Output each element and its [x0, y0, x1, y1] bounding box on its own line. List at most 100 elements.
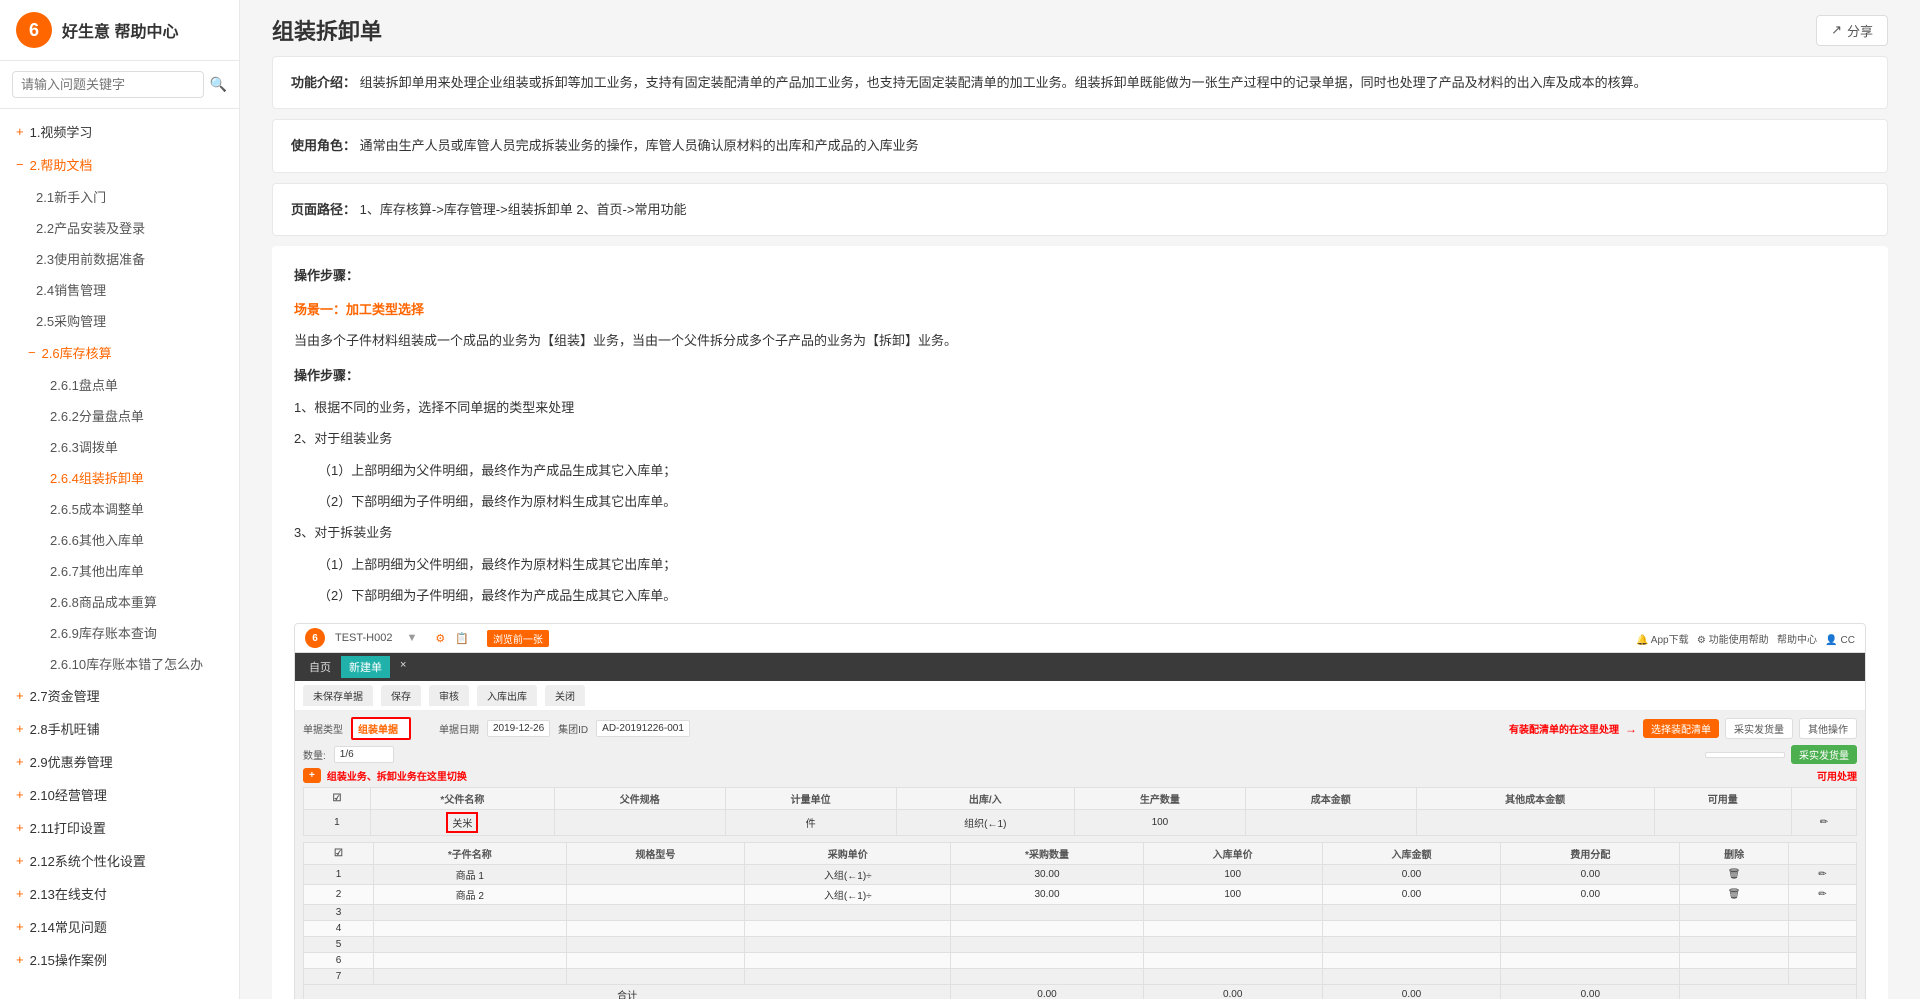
- sidebar-item-docs-2610[interactable]: 2.6.10库存账本错了怎么办: [0, 648, 239, 679]
- sidebar-item-docs-27[interactable]: + 2.7资金管理: [0, 679, 239, 712]
- cell-name-value[interactable]: 关米: [446, 812, 478, 833]
- cell-checkbox[interactable]: 1: [304, 810, 371, 836]
- col-header-cost-alloc: 费用分配: [1501, 843, 1680, 865]
- sidebar-item-docs-211[interactable]: + 2.11打印设置: [0, 811, 239, 844]
- table-row: 6: [304, 953, 1857, 969]
- cell-purch-qty[interactable]: 30.00: [951, 885, 1144, 905]
- col-header-prodqty: 生产数量: [1074, 788, 1245, 810]
- sub-item-label: 2.6.8商品成本重算: [50, 595, 157, 610]
- sidebar-item-docs-261[interactable]: 2.6.1盘点单: [0, 369, 239, 400]
- screenshot-note-input[interactable]: [1705, 752, 1785, 758]
- screenshot-prev-btn: 浏览前一张: [487, 630, 549, 647]
- sidebar-item-docs-21[interactable]: 2.1新手入门: [0, 181, 239, 212]
- screenshot-doctype-input[interactable]: 组装单据: [351, 717, 411, 740]
- annotation-switch: 组装业务、拆卸业务在这里切换: [327, 768, 467, 783]
- sub-item-label: 2.6.6其他入库单: [50, 533, 144, 548]
- cell-cost-alloc: 0.00: [1501, 885, 1680, 905]
- cell-edit4[interactable]: ✏: [1788, 885, 1856, 905]
- screenshot-date-label: 单据日期: [439, 721, 479, 736]
- sidebar-item-docs-265[interactable]: 2.6.5成本调整单: [0, 493, 239, 524]
- intro-text: 组装拆卸单用来处理企业组装或拆卸等加工业务，支持有固定装配清单的产品加工业务，也…: [360, 75, 1647, 90]
- cell-delete[interactable]: 🗑: [1680, 885, 1789, 905]
- screenshot-icon1: ⚙: [435, 632, 445, 645]
- sidebar-item-docs-269[interactable]: 2.6.9库存账本查询: [0, 617, 239, 648]
- cell-in-amount: 0.00: [1322, 885, 1501, 905]
- sidebar-item-docs-213[interactable]: + 2.13在线支付: [0, 877, 239, 910]
- cell-purch-qty[interactable]: 30.00: [951, 865, 1144, 885]
- sidebar-item-docs[interactable]: − 2.帮助文档: [0, 148, 239, 181]
- sidebar-item-docs-262[interactable]: 2.6.2分量盘点单: [0, 400, 239, 431]
- sidebar-item-docs-212[interactable]: + 2.12系统个性化设置: [0, 844, 239, 877]
- col-header-othercost: 其他成本金额: [1416, 788, 1654, 810]
- screenshot-menu-new[interactable]: 新建单: [341, 656, 390, 678]
- sub-item-label: 2.6.5成本调整单: [50, 502, 144, 517]
- cell-prodqty[interactable]: 100: [1074, 810, 1245, 836]
- screenshot-add-btn[interactable]: +: [303, 768, 321, 783]
- sidebar-item-docs-28[interactable]: + 2.8手机旺铺: [0, 712, 239, 745]
- sidebar-item-docs-215[interactable]: + 2.15操作案例: [0, 943, 239, 976]
- sidebar-item-docs-263[interactable]: 2.6.3调拨单: [0, 431, 239, 462]
- sidebar-item-docs-25[interactable]: 2.5采购管理: [0, 305, 239, 336]
- col-header-inout: 出库/入: [896, 788, 1074, 810]
- screenshot-assembly-label: 集团ID: [558, 721, 588, 736]
- sidebar-item-docs-210[interactable]: + 2.10经营管理: [0, 778, 239, 811]
- search-box: 🔍: [0, 61, 239, 109]
- screenshot-confirm-btn[interactable]: 采实发货量: [1725, 718, 1793, 739]
- screenshot-tab-save[interactable]: 保存: [381, 685, 421, 706]
- screenshot-date-input[interactable]: 2019-12-26: [487, 720, 550, 737]
- sidebar-item-label: 2.15操作案例: [30, 950, 107, 969]
- screenshot-select-btn[interactable]: 选择装配清单: [1643, 719, 1719, 738]
- screenshot-tab-unsaved[interactable]: 未保存单据: [303, 685, 373, 706]
- sidebar-item-docs-23[interactable]: 2.3使用前数据准备: [0, 243, 239, 274]
- share-button[interactable]: ↗ 分享: [1816, 15, 1888, 46]
- sidebar-item-videos[interactable]: + 1.视频学习: [0, 115, 239, 148]
- step2: 2、对于组装业务: [294, 427, 1866, 450]
- search-icon[interactable]: 🔍: [210, 76, 227, 93]
- role-text: 通常由生产人员或库管人员完成拆装业务的操作，库管人员确认原材料的出库和产成品的入…: [360, 138, 919, 153]
- table-footer: 合计 0.00 0.00 0.00 0.00: [304, 985, 1857, 999]
- sidebar-item-label: 2.13在线支付: [30, 884, 107, 903]
- sidebar-item-docs-214[interactable]: + 2.14常见问题: [0, 910, 239, 943]
- search-input[interactable]: [12, 71, 204, 98]
- col-header-cost: 成本金额: [1245, 788, 1416, 810]
- screenshot-qty-input[interactable]: 1/6: [334, 746, 394, 763]
- sidebar-item-label: 2.10经营管理: [30, 785, 107, 804]
- screenshot-tab-close[interactable]: 关闭: [545, 685, 585, 706]
- sub-item-label: 2.4销售管理: [36, 283, 106, 298]
- plus-icon: +: [16, 820, 24, 835]
- sub-item-label: 2.1新手入门: [36, 190, 106, 205]
- screenshot-menu-home[interactable]: 自页: [301, 656, 339, 678]
- cell-edit[interactable]: ✏: [1791, 810, 1856, 836]
- sidebar-item-docs-266[interactable]: 2.6.6其他入库单: [0, 524, 239, 555]
- screenshot-menu-close[interactable]: ×: [392, 656, 414, 678]
- col-header-child-spec: 规格型号: [566, 843, 745, 865]
- sidebar-item-docs-22[interactable]: 2.2产品安装及登录: [0, 212, 239, 243]
- sidebar-item-label: 2.6库存核算: [42, 343, 112, 362]
- cell-spec: [566, 865, 745, 885]
- intro-block: 功能介绍： 组装拆卸单用来处理企业组装或拆卸等加工业务，支持有固定装配清单的产品…: [272, 56, 1888, 109]
- cell-othercost: [1416, 810, 1654, 836]
- col-header-child-name: *子件名称: [374, 843, 567, 865]
- screenshot-dropdown: ▼: [406, 632, 417, 644]
- sidebar-item-docs-29[interactable]: + 2.9优惠券管理: [0, 745, 239, 778]
- sidebar-item-docs-264[interactable]: 2.6.4组装拆卸单: [0, 462, 239, 493]
- screenshot-tab-review[interactable]: 审核: [429, 685, 469, 706]
- cell-edit3[interactable]: ✏: [1788, 865, 1856, 885]
- screenshot-other-btn[interactable]: 其他操作: [1799, 718, 1857, 739]
- screenshot-assembly-input[interactable]: AD-20191226-001: [596, 720, 690, 737]
- sidebar-item-docs-26[interactable]: − 2.6库存核算: [0, 336, 239, 369]
- plus-icon: +: [16, 688, 24, 703]
- cell-delete[interactable]: 🗑: [1680, 865, 1789, 885]
- steps-block: 操作步骤： 场景一：加工类型选择 当由多个子件材料组装成一个成品的业务为【组装】…: [272, 246, 1888, 999]
- content-area: 功能介绍： 组装拆卸单用来处理企业组装或拆卸等加工业务，支持有固定装配清单的产品…: [240, 56, 1920, 999]
- footer-total1: 0.00: [951, 985, 1144, 999]
- sidebar-item-docs-268[interactable]: 2.6.8商品成本重算: [0, 586, 239, 617]
- screenshot-topbar: 6 TEST-H002 ▼ ⚙ 📋 浏览前一张 🔔 App下载 ⚙ 功能使用帮助…: [295, 624, 1865, 653]
- sidebar-item-docs-24[interactable]: 2.4销售管理: [0, 274, 239, 305]
- footer-label: 合计: [304, 985, 951, 999]
- sidebar-item-docs-267[interactable]: 2.6.7其他出库单: [0, 555, 239, 586]
- main-panel: 组装拆卸单 ↗ 分享 功能介绍： 组装拆卸单用来处理企业组装或拆卸等加工业务，支…: [240, 0, 1920, 999]
- screenshot-apply-btn[interactable]: 采实发货量: [1791, 745, 1857, 764]
- cell-num: 2: [304, 885, 374, 905]
- screenshot-tab-inout[interactable]: 入库出库: [477, 685, 537, 706]
